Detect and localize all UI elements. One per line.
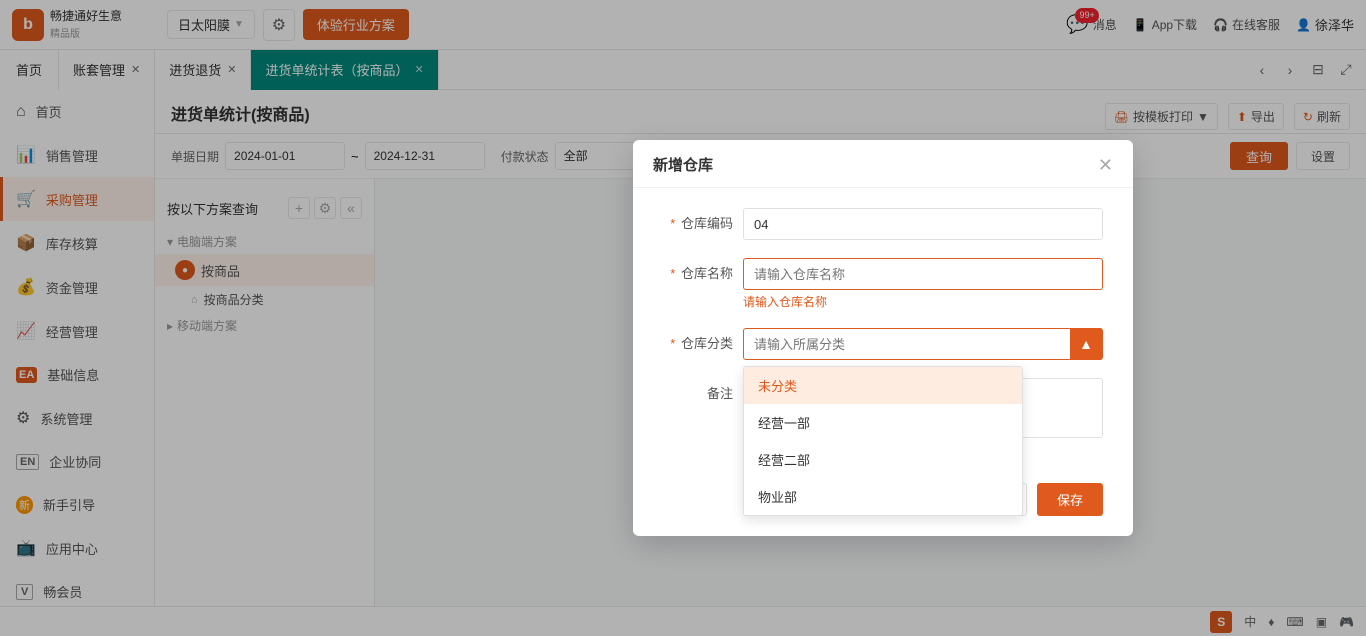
code-label: * 仓库编码 <box>663 208 743 232</box>
form-row-name: * 仓库名称 请输入仓库名称 <box>663 258 1103 310</box>
remark-label-text: 备注 <box>707 386 733 401</box>
dropdown-item-dept2[interactable]: 经营二部 <box>744 441 1022 478</box>
code-label-text: 仓库编码 <box>681 216 733 231</box>
form-row-code: * 仓库编码 <box>663 208 1103 240</box>
category-input-wrap: ▲ <box>743 328 1103 360</box>
category-required-mark: * <box>670 336 675 351</box>
name-error-message: 请输入仓库名称 <box>743 293 1103 310</box>
code-input[interactable] <box>743 208 1103 240</box>
category-input[interactable] <box>744 332 1070 357</box>
category-label: * 仓库分类 <box>663 328 743 352</box>
category-field: ▲ 未分类 经营一部 经营二部 物业部 <box>743 328 1103 360</box>
code-required-mark: * <box>670 216 675 231</box>
dropdown-item-property[interactable]: 物业部 <box>744 478 1022 515</box>
name-label: * 仓库名称 <box>663 258 743 282</box>
modal-header: 新增仓库 ✕ <box>633 140 1133 188</box>
remark-label: 备注 <box>663 378 743 402</box>
dropdown-item-uncategorized[interactable]: 未分类 <box>744 367 1022 404</box>
name-label-text: 仓库名称 <box>681 266 733 281</box>
category-toggle-button[interactable]: ▲ <box>1070 328 1102 360</box>
new-warehouse-modal: 新增仓库 ✕ * 仓库编码 * 仓库名称 <box>633 140 1133 536</box>
modal-overlay[interactable]: 新增仓库 ✕ * 仓库编码 * 仓库名称 <box>0 0 1366 636</box>
category-dropdown: 未分类 经营一部 经营二部 物业部 <box>743 366 1023 516</box>
code-field <box>743 208 1103 240</box>
name-input[interactable] <box>743 258 1103 290</box>
modal-title: 新增仓库 <box>653 154 713 175</box>
dropdown-item-dept1[interactable]: 经营一部 <box>744 404 1022 441</box>
modal-close-button[interactable]: ✕ <box>1098 156 1113 174</box>
modal-body: * 仓库编码 * 仓库名称 请输入仓库名称 <box>633 188 1133 469</box>
save-button[interactable]: 保存 <box>1037 483 1103 516</box>
form-row-category: * 仓库分类 ▲ 未分类 经营一部 经营二部 物业部 <box>663 328 1103 360</box>
category-label-text: 仓库分类 <box>681 336 733 351</box>
name-required-mark: * <box>670 266 675 281</box>
name-field: 请输入仓库名称 <box>743 258 1103 310</box>
